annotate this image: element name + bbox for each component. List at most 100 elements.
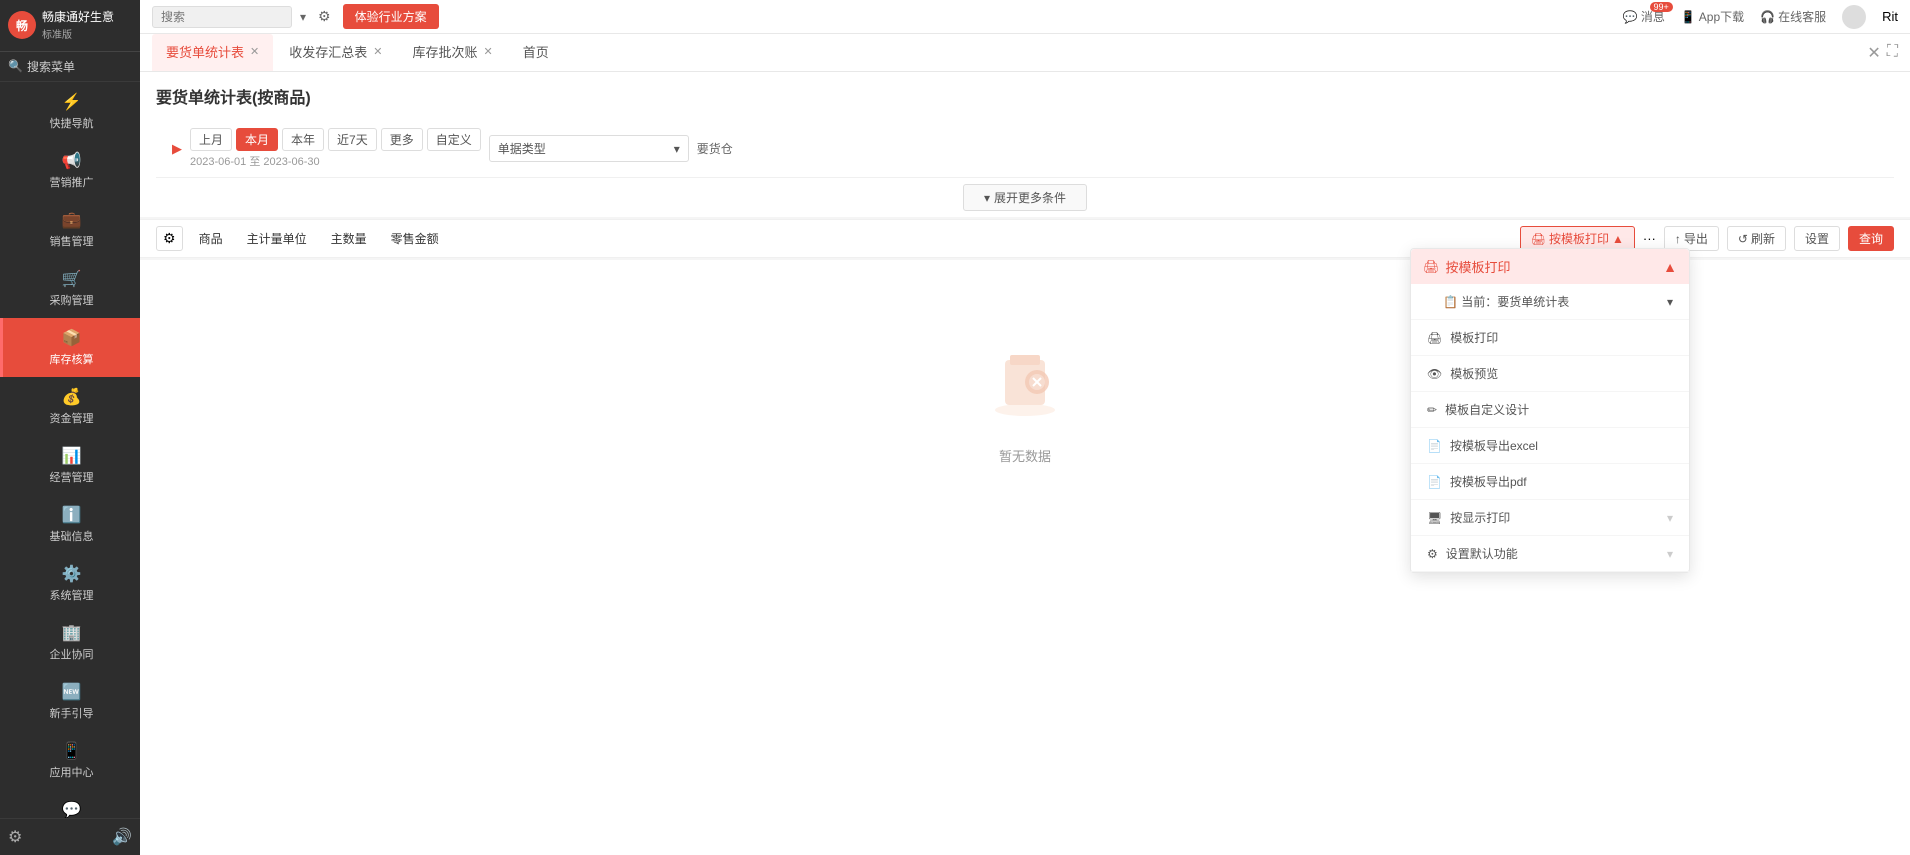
date-btn-current-month[interactable]: 本月 [236, 128, 278, 151]
sidebar-item-inventory[interactable]: 📦 库存核算 [0, 318, 140, 377]
sidebar-item-sales[interactable]: 💼 销售管理 [0, 200, 140, 259]
messages-badge: 99+ [1650, 2, 1673, 12]
tab-close-order-stats[interactable]: ✕ [250, 45, 259, 58]
date-btn-more[interactable]: 更多 [381, 128, 423, 151]
more-options-icon[interactable]: ··· [1643, 231, 1656, 246]
tab-label-receivables-summary: 收发存汇总表 [289, 42, 367, 61]
tab-close-receivables-summary[interactable]: ✕ [373, 45, 382, 58]
empty-illustration [985, 340, 1065, 434]
template-print-label: 模板打印 [1450, 329, 1498, 346]
app-download-button[interactable]: 📱 App下载 [1681, 8, 1744, 25]
user-name: Rit [1882, 9, 1898, 24]
search-icon: 🔍 [8, 59, 23, 73]
order-type-label: 单据类型 [498, 140, 546, 157]
expand-more-button[interactable]: ▾ 展开更多条件 [963, 184, 1087, 211]
dropdown-item-export-pdf[interactable]: 📄 按模板导出pdf [1411, 464, 1689, 500]
customer-service-label: 在线客服 [1778, 8, 1826, 25]
tab-order-stats[interactable]: 要货单统计表 ✕ [152, 34, 273, 71]
refresh-button[interactable]: ↺ 刷新 [1727, 226, 1786, 251]
dropdown-item-default-function[interactable]: ⚙ 设置默认功能 ▾ [1411, 536, 1689, 572]
topbar-right: 💬 消息 99+ 📱 App下载 🎧 在线客服 Rit [1623, 5, 1898, 29]
sidebar-search-menu[interactable]: 🔍 搜索菜单 [0, 52, 140, 82]
date-filter-group: 上月本月本年近7天更多自定义 2023-06-01 至 2023-06-30 [190, 128, 481, 169]
date-buttons: 上月本月本年近7天更多自定义 [190, 128, 481, 151]
tab-bar: 要货单统计表✕收发存汇总表✕库存批次账✕首页 ✕ ⛶ [140, 34, 1910, 72]
sidebar-item-apps[interactable]: 📱 应用中心 [0, 731, 140, 790]
dropdown-item-template-print[interactable]: 🖨 模板打印 [1411, 320, 1689, 356]
sidebar-item-quick-nav[interactable]: ⚡ 快捷导航 [0, 82, 140, 141]
sidebar-item-purchase[interactable]: 🛒 采购管理 [0, 259, 140, 318]
user-avatar[interactable] [1842, 5, 1866, 29]
sidebar-item-basic[interactable]: ℹ️ 基础信息 [0, 495, 140, 554]
dropdown-item-display-print[interactable]: 🖥 按显示打印 ▾ [1411, 500, 1689, 536]
sales-icon: 💼 [62, 210, 82, 230]
marketing-label: 营销推广 [50, 174, 94, 190]
sidebar-item-wechat[interactable]: 💬 企业微信 [0, 790, 140, 818]
chevron-down-icon: ▾ [674, 142, 680, 156]
tab-close-inventory-batch[interactable]: ✕ [483, 45, 492, 58]
col-quantity: 主数量 [323, 230, 375, 247]
settings-button[interactable]: 设置 [1794, 226, 1840, 251]
audio-icon[interactable]: 🔊 [112, 827, 132, 847]
guide-label: 新手引导 [50, 705, 94, 721]
order-type-select[interactable]: 单据类型 ▾ [489, 135, 689, 162]
date-btn-custom[interactable]: 自定义 [427, 128, 481, 151]
date-btn-last-7-days[interactable]: 近7天 [328, 128, 377, 151]
sidebar-item-operation[interactable]: 📊 经营管理 [0, 436, 140, 495]
print-dropdown: 🖨 按模板打印 ▲ 📋 当前：要货单统计表 ▾ 🖨 模板打印👁 模板预览✏ 模板… [1410, 248, 1690, 573]
date-btn-prev-month[interactable]: 上月 [190, 128, 232, 151]
tab-label-order-stats: 要货单统计表 [166, 42, 244, 61]
export-excel-icon: 📄 [1427, 439, 1442, 453]
print-dropdown-title-text: 按模板打印 [1446, 257, 1511, 276]
topbar: ▾ ⚙ 体验行业方案 💬 消息 99+ 📱 App下载 🎧 在线客服 Rit [140, 0, 1910, 34]
purchase-label: 采购管理 [50, 292, 94, 308]
export-icon: ↑ [1675, 232, 1681, 246]
sidebar: 畅 畅康通好生意 标准版 🔍 搜索菜单 ⚡ 快捷导航📢 营销推广💼 销售管理🛒 … [0, 0, 140, 855]
enterprise-label: 企业协同 [50, 646, 94, 662]
operation-label: 经营管理 [50, 469, 94, 485]
tab-maximize[interactable]: ⛶ [1887, 43, 1898, 63]
col-amount: 零售金额 [383, 230, 447, 247]
app-badge: 标准版 [42, 26, 114, 41]
topbar-gear-icon[interactable]: ⚙ [318, 8, 331, 25]
template-preview-icon: 👁 [1427, 367, 1442, 381]
wechat-icon: 💬 [62, 800, 82, 818]
current-template-arrow: ▾ [1667, 295, 1673, 309]
sidebar-item-marketing[interactable]: 📢 营销推广 [0, 141, 140, 200]
dropdown-item-export-excel[interactable]: 📄 按模板导出excel [1411, 428, 1689, 464]
messages-button[interactable]: 💬 消息 99+ [1623, 8, 1665, 25]
system-label: 系统管理 [50, 587, 94, 603]
dropdown-item-template-preview[interactable]: 👁 模板预览 [1411, 356, 1689, 392]
refresh-label: 刷新 [1751, 230, 1775, 247]
date-btn-current-year[interactable]: 本年 [282, 128, 324, 151]
purchase-icon: 🛒 [62, 269, 82, 289]
sidebar-item-system[interactable]: ⚙️ 系统管理 [0, 554, 140, 613]
sidebar-item-guide[interactable]: 🆕 新手引导 [0, 672, 140, 731]
industry-button[interactable]: 体验行业方案 [343, 4, 439, 29]
app-icon: 📱 [1681, 10, 1696, 24]
sidebar-item-finance[interactable]: 💰 资金管理 [0, 377, 140, 436]
column-settings-button[interactable]: ⚙ [156, 226, 183, 251]
current-template-label-group: 📋 当前：要货单统计表 [1443, 293, 1569, 310]
topbar-dropdown-icon[interactable]: ▾ [300, 10, 306, 24]
filter-expand-arrow[interactable]: ▶ [172, 141, 182, 157]
col-product: 商品 [191, 230, 231, 247]
finance-label: 资金管理 [50, 410, 94, 426]
system-icon: ⚙️ [62, 564, 82, 584]
printer-icon-header: 🖨 [1423, 259, 1440, 275]
query-button[interactable]: 查询 [1848, 226, 1894, 251]
sidebar-item-enterprise[interactable]: 🏢 企业协同 [0, 613, 140, 672]
tab-inventory-batch[interactable]: 库存批次账✕ [398, 34, 506, 71]
settings-icon[interactable]: ⚙ [8, 827, 22, 847]
tab-receivables-summary[interactable]: 收发存汇总表 ✕ [275, 34, 396, 71]
search-input[interactable] [152, 6, 292, 28]
tab-label-home: 首页 [523, 42, 549, 61]
tab-close-all[interactable]: ✕ [1867, 43, 1880, 63]
current-template-item[interactable]: 📋 当前：要货单统计表 ▾ [1411, 284, 1689, 320]
dropdown-item-template-custom[interactable]: ✏ 模板自定义设计 [1411, 392, 1689, 428]
empty-text: 暂无数据 [999, 446, 1051, 465]
expand-more-label: 展开更多条件 [994, 189, 1066, 206]
customer-service-button[interactable]: 🎧 在线客服 [1760, 8, 1826, 25]
print-dropdown-close[interactable]: ▲ [1663, 259, 1677, 275]
tab-home[interactable]: 首页 [509, 34, 563, 71]
